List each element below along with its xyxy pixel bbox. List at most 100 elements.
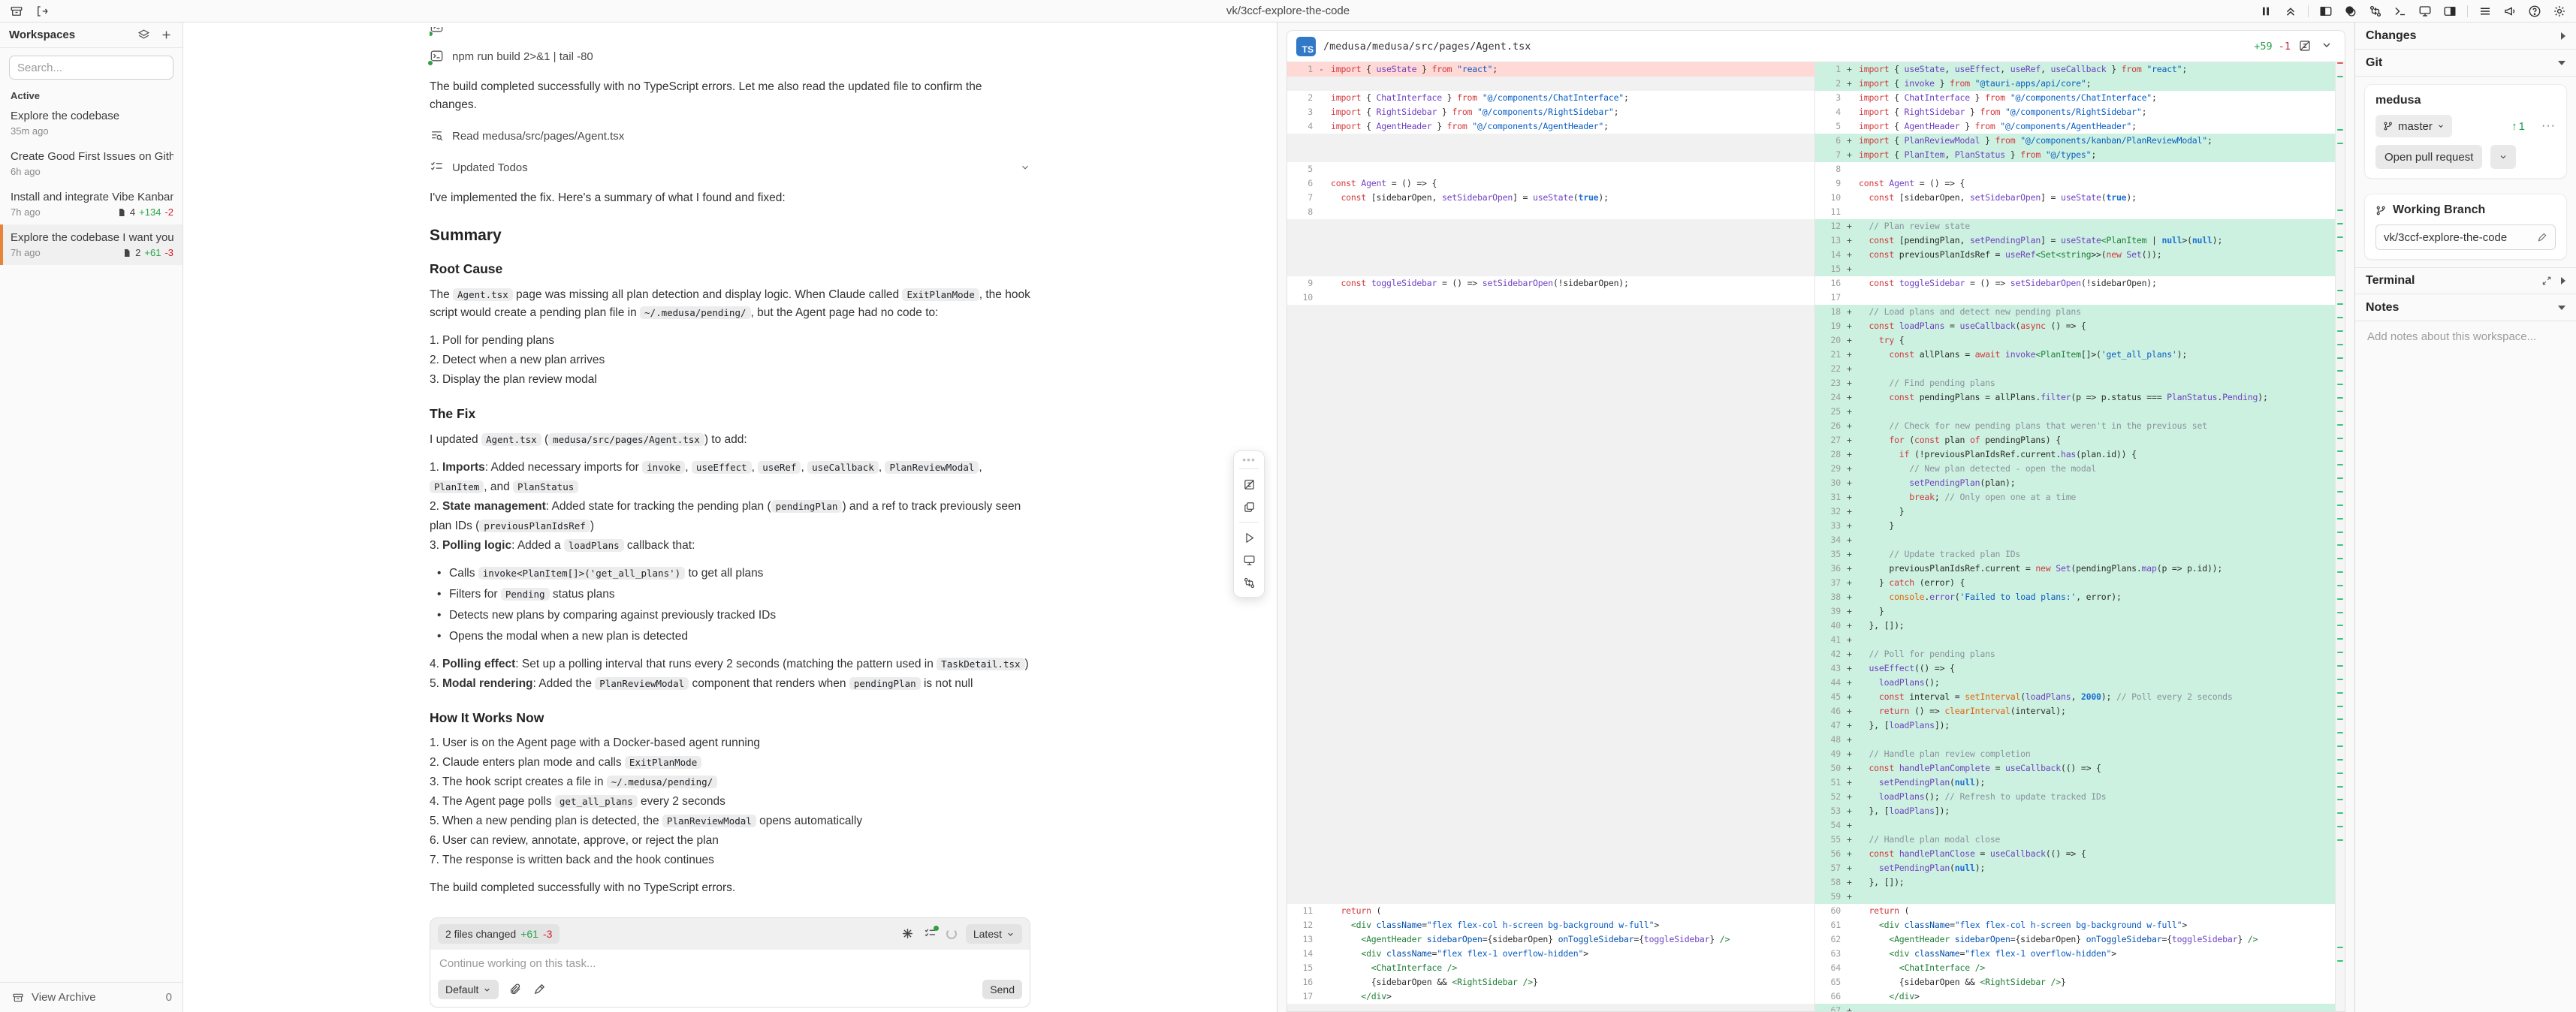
more-actions-icon[interactable]: ··· (2541, 119, 2556, 133)
inline-code: pendingPlan (849, 677, 921, 690)
diff-gap (1287, 248, 1815, 262)
pause-icon[interactable] (2258, 4, 2273, 19)
diff-line-new: 41+ (1815, 633, 2335, 647)
diff-gap (1287, 519, 1815, 533)
branch-dropdown[interactable]: master (2375, 115, 2452, 137)
diff-line-new: 21+ const allPlans = await invoke<PlanIt… (1815, 348, 2335, 362)
git-label: Git (2366, 56, 2382, 70)
notes-input[interactable]: Add notes about this workspace... (2355, 321, 2576, 352)
diff-row: 32+ } (1287, 504, 2335, 519)
list-item: 1.User is on the Agent page with a Docke… (430, 733, 1030, 753)
diff-gap (1287, 148, 1815, 162)
diff-line-new: 12+ // Plan review state (1815, 219, 2335, 233)
layers-icon[interactable] (136, 28, 151, 43)
list-item: 2.State management: Added state for trac… (430, 497, 1030, 536)
file-icon (122, 248, 131, 258)
git-section-header[interactable]: Git (2355, 50, 2576, 77)
tool-call-terminal[interactable]: npm run build 2>&1 | tail -80 (430, 44, 1030, 69)
search-input[interactable] (9, 56, 173, 80)
git-compare-icon[interactable] (2368, 4, 2383, 19)
sign-out-icon[interactable] (35, 4, 50, 19)
workspace-item[interactable]: Explore the codebase I want you to exp7h… (0, 224, 182, 265)
diff-row: 2+import { invoke } from "@tauri-apps/ap… (1287, 77, 2335, 91)
menu-icon[interactable] (2478, 4, 2493, 19)
archive-icon[interactable] (9, 4, 24, 19)
git-compare-icon[interactable] (1239, 573, 1259, 592)
list-item: 4.The Agent page polls get_all_plans eve… (430, 792, 1030, 812)
diff-row: 54+ (1287, 818, 2335, 833)
working-branch-input[interactable]: vk/3ccf-explore-the-code (2375, 224, 2556, 250)
diff-line-new: 33+ } (1815, 519, 2335, 533)
diff-row: 56+ const handlePlanClose = useCallback(… (1287, 847, 2335, 861)
workspace-item[interactable]: Install and integrate Vibe Kanban Web7h … (0, 184, 182, 224)
bullet-list: Calls invoke<PlanItem[]>('get_all_plans'… (434, 563, 1030, 647)
chevron-down-icon (2558, 306, 2565, 310)
workspace-item[interactable]: Create Good First Issues on Github So p6… (0, 143, 182, 184)
files-changed-chip[interactable]: 2 files changed +61 -3 (438, 924, 560, 944)
diff-line-new: 59+ (1815, 890, 2335, 904)
preview-monitor-icon[interactable] (1239, 550, 1259, 570)
settings-gear-icon[interactable] (2552, 4, 2567, 19)
terminal-icon[interactable] (2393, 4, 2408, 19)
message-input[interactable] (439, 957, 1021, 970)
inline-code: ~/.medusa/pending/ (640, 306, 750, 319)
edit-pen-icon[interactable] (533, 983, 547, 996)
diff-line-old: 8 (1287, 205, 1815, 219)
drag-handle[interactable]: ••• (1242, 456, 1256, 463)
spark-icon[interactable] (901, 927, 915, 941)
run-play-icon[interactable] (1239, 528, 1259, 547)
add-workspace-icon[interactable] (158, 28, 173, 43)
tool-call-todos[interactable]: Updated Todos (430, 155, 1030, 180)
diff-added-count: +59 (2254, 41, 2272, 53)
workspace-time: 7h ago (11, 206, 41, 218)
conversation-scroll[interactable]: npm run build 2>&1 | tail -80The build c… (183, 23, 1277, 913)
diff-row: 50+ const handlePlanComplete = useCallba… (1287, 761, 2335, 776)
panel-left-icon[interactable] (2318, 4, 2333, 19)
status-dot (430, 31, 433, 36)
copy-icon[interactable] (1239, 497, 1259, 517)
mode-dropdown[interactable]: Default (438, 980, 499, 999)
collapse-all-icon[interactable] (2283, 4, 2298, 19)
ordered-list: 1.User is on the Agent page with a Docke… (430, 733, 1030, 870)
diff-line-new: 15+ (1815, 262, 2335, 276)
diff-line-new: 47+ }, [loadPlans]); (1815, 718, 2335, 733)
disable-preview-icon[interactable] (1239, 474, 1259, 494)
push-ahead-count[interactable]: ↑ 1 (2511, 120, 2525, 133)
collapse-file-icon[interactable] (2321, 39, 2336, 54)
chevron-down-icon[interactable] (1020, 162, 1030, 173)
app-window: vk/3ccf-explore-the-code Workspaces (0, 0, 2576, 1012)
monitor-icon[interactable] (2418, 4, 2433, 19)
diff-line-new: 29+ // New plan detected - open the moda… (1815, 462, 2335, 476)
diff-row: 39+ } (1287, 604, 2335, 619)
edit-pencil-icon[interactable] (2537, 232, 2547, 242)
diff-row: 9 const toggleSidebar = () => setSidebar… (1287, 276, 2335, 291)
list-item: 5.Modal rendering: Added the PlanReviewM… (430, 674, 1030, 694)
view-archive-button[interactable]: View Archive 0 (0, 982, 182, 1012)
window-title: vk/3ccf-explore-the-code (1226, 5, 1350, 17)
list-item: 2.Claude enters plan mode and calls Exit… (430, 753, 1030, 773)
mode-label: Default (445, 983, 478, 995)
theme-contrast-icon[interactable] (2343, 4, 2358, 19)
diff-gap (1287, 134, 1815, 148)
wrap-toggle-icon[interactable] (2298, 39, 2313, 54)
inline-code: invoke<PlanItem[]>('get_all_plans') (478, 567, 685, 580)
help-icon[interactable] (2527, 4, 2542, 19)
diff-file-header[interactable]: TS /medusa/medusa/src/pages/Agent.tsx +5… (1287, 31, 2345, 62)
notes-section-header[interactable]: Notes (2355, 294, 2576, 321)
notes-label: Notes (2366, 301, 2399, 315)
open-pull-request-button[interactable]: Open pull request (2375, 145, 2482, 169)
latest-dropdown[interactable]: Latest (966, 924, 1022, 944)
workspace-item[interactable]: Explore the codebase35m ago (0, 103, 182, 143)
todos-status-icon[interactable] (924, 927, 937, 941)
megaphone-icon[interactable] (2502, 4, 2517, 19)
tool-call-read[interactable]: Read medusa/src/pages/Agent.tsx (430, 123, 1030, 149)
attach-icon[interactable] (509, 983, 523, 996)
diff-gap (1287, 233, 1815, 248)
terminal-section-header[interactable]: Terminal (2355, 267, 2576, 294)
send-button[interactable]: Send (982, 980, 1022, 999)
pr-options-caret[interactable] (2490, 145, 2516, 169)
diff-row: 27+ for (const plan of pendingPlans) { (1287, 433, 2335, 447)
sidebar-title: Workspaces (9, 29, 75, 41)
changes-section-header[interactable]: Changes (2355, 23, 2576, 50)
panel-right-icon[interactable] (2442, 4, 2457, 19)
